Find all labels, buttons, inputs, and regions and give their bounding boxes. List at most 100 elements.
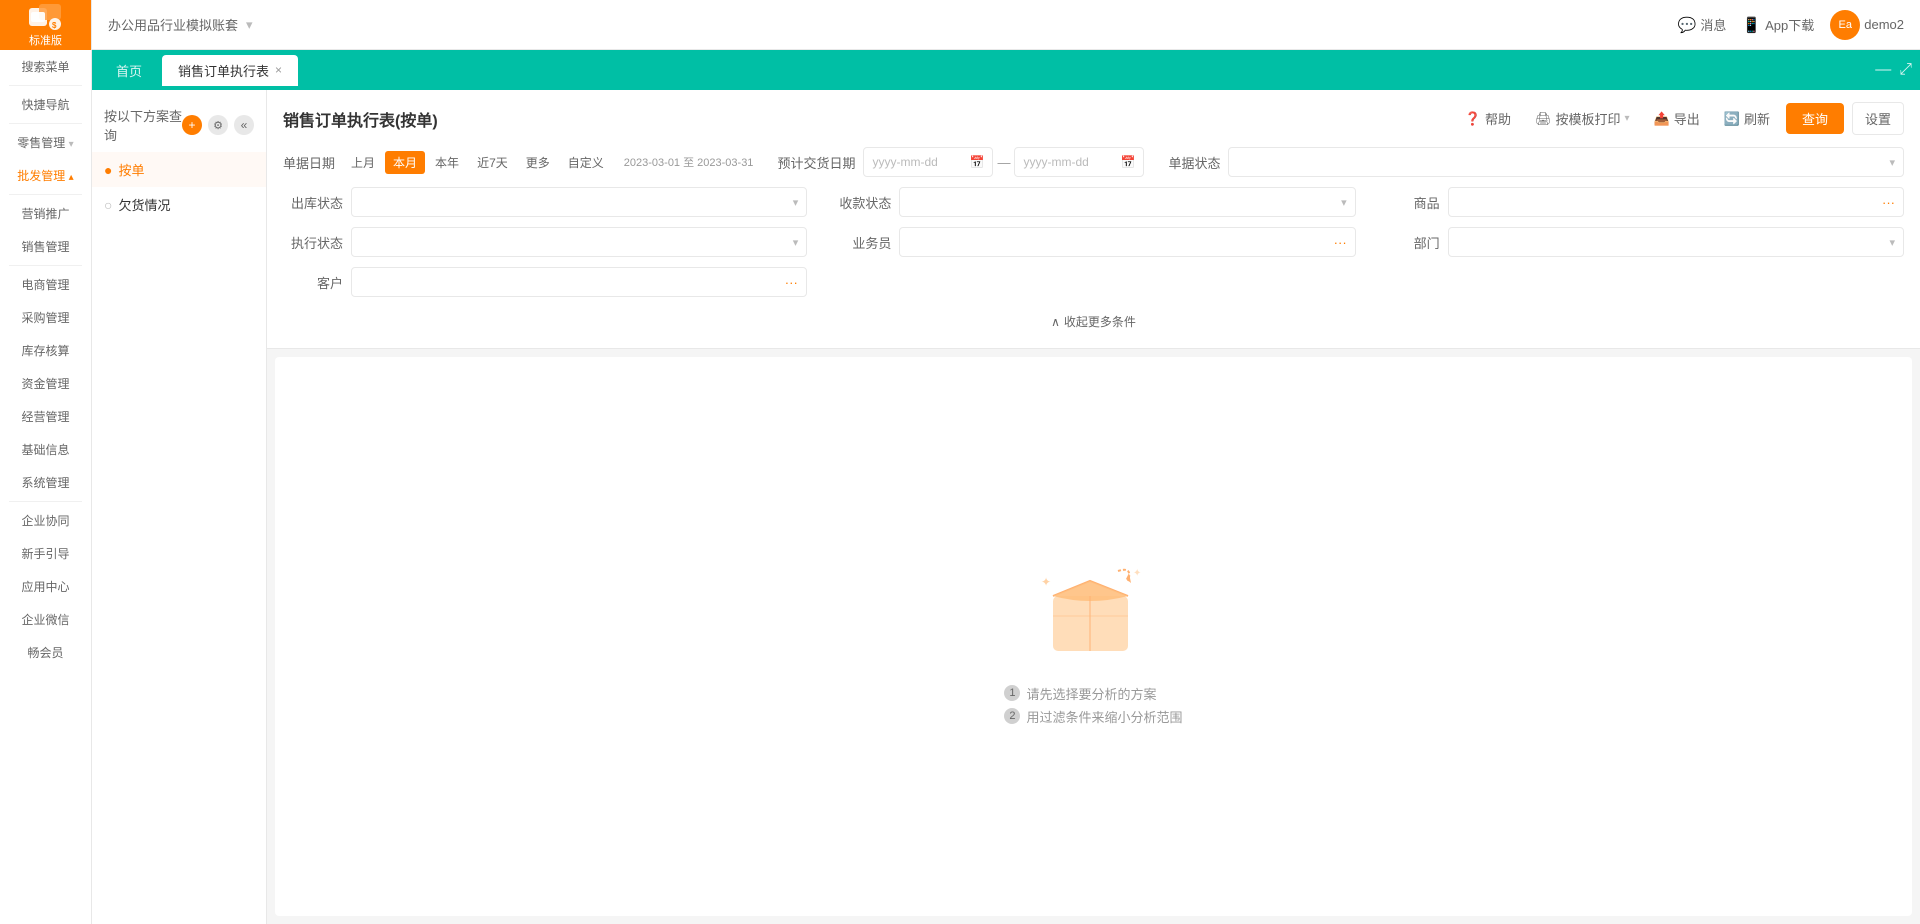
user-area[interactable]: Ea demo2 (1830, 10, 1904, 40)
tab-close-icon[interactable]: × (275, 63, 282, 77)
date-7days[interactable]: 近7天 (469, 151, 516, 174)
salesperson-input[interactable]: ··· (899, 227, 1355, 257)
circle-icon: ○ (104, 197, 112, 213)
payment-status-dropdown[interactable]: ▾ (899, 187, 1355, 217)
maximize-button[interactable]: ⤢ (1899, 61, 1912, 79)
app-download-button[interactable]: 📱 App下载 (1742, 15, 1814, 34)
sidebar-item-operations[interactable]: 经营管理 (0, 400, 91, 433)
exec-chevron-icon: ▾ (793, 236, 799, 249)
customer-input[interactable]: ··· (351, 267, 807, 297)
message-icon: 💬 (1678, 16, 1697, 34)
sidebar-item-basic-info[interactable]: 基础信息 (0, 433, 91, 466)
collapse-panel-button[interactable]: « (234, 115, 254, 135)
date-more[interactable]: 更多 (518, 151, 558, 174)
date-custom[interactable]: 自定义 (560, 151, 612, 174)
product-input[interactable]: ··· (1448, 187, 1904, 217)
print-button[interactable]: 🖨 按模板打印 ▾ (1527, 105, 1638, 132)
refresh-button[interactable]: 🔄 刷新 (1716, 105, 1778, 132)
query-button[interactable]: 查询 (1786, 103, 1844, 134)
sidebar: $ 标准版 搜索菜单 快捷导航 零售管理 ▾ 批发管理 ▴ 营销推广 销售管理 … (0, 0, 92, 924)
payment-status-label: 收款状态 (831, 193, 891, 212)
export-button[interactable]: 📤 导出 (1646, 105, 1708, 132)
scheme-item-shortage[interactable]: ○ 欠货情况 (92, 187, 266, 222)
sidebar-item-app-center[interactable]: 应用中心 (0, 570, 91, 603)
payment-chevron-icon: ▾ (1341, 196, 1347, 209)
sidebar-item-wechat[interactable]: 企业微信 (0, 603, 91, 636)
svg-text:$: $ (52, 21, 57, 30)
page-title: 销售订单执行表(按单) (283, 107, 438, 131)
setting-scheme-button[interactable]: ⚙ (208, 115, 228, 135)
divider (9, 123, 82, 124)
minimize-button[interactable]: — (1875, 61, 1891, 79)
calendar-icon-end: 📅 (1121, 155, 1136, 169)
shipment-chevron-icon: ▾ (793, 196, 799, 209)
salesperson-label: 业务员 (831, 233, 891, 252)
filter-header: 销售订单执行表(按单) ❓ 帮助 🖨 按模板打印 ▾ 📤 (283, 102, 1904, 135)
filter-row-2: 出库状态 ▾ 收款状态 ▾ 商品 (283, 187, 1904, 217)
sidebar-item-sales[interactable]: 销售管理 (0, 230, 91, 263)
exec-status-label: 执行状态 (283, 233, 343, 252)
product-dots-icon: ··· (1882, 195, 1895, 210)
empty-hints: 请先选择要分析的方案 用过滤条件来缩小分析范围 (1004, 682, 1182, 728)
message-button[interactable]: 💬 消息 (1678, 15, 1727, 34)
help-icon: ❓ (1465, 111, 1481, 127)
exec-status-dropdown[interactable]: ▾ (351, 227, 807, 257)
filter-row-3: 执行状态 ▾ 业务员 ··· 部门 (283, 227, 1904, 257)
svg-text:✦: ✦ (1041, 575, 1051, 589)
data-area: ✦ ✦ 请先选择要分析的方案 用过滤条件来缩小分析范围 (275, 357, 1912, 916)
sidebar-item-collab[interactable]: 企业协同 (0, 504, 91, 537)
date-this-year[interactable]: 本年 (427, 151, 467, 174)
date-label: 单据日期 (283, 153, 335, 172)
expected-date-end[interactable]: yyyy-mm-dd 📅 (1014, 147, 1144, 177)
top-right-area: 💬 消息 📱 App下载 Ea demo2 (1678, 10, 1904, 40)
breadcrumb-dropdown-icon[interactable]: ▾ (246, 17, 253, 33)
date-last-month[interactable]: 上月 (343, 151, 383, 174)
sidebar-item-ecommerce[interactable]: 电商管理 (0, 268, 91, 301)
sidebar-item-guide[interactable]: 新手引导 (0, 537, 91, 570)
app-logo: $ 标准版 (0, 0, 91, 50)
scheme-item-by-order[interactable]: ● 按单 (92, 152, 266, 187)
help-button[interactable]: ❓ 帮助 (1457, 105, 1519, 132)
divider (9, 265, 82, 266)
customer-label: 客户 (283, 273, 343, 292)
sidebar-item-retail[interactable]: 零售管理 ▾ (0, 126, 91, 159)
sidebar-item-system[interactable]: 系统管理 (0, 466, 91, 499)
expected-date-start[interactable]: yyyy-mm-dd 📅 (863, 147, 993, 177)
sidebar-item-finance[interactable]: 资金管理 (0, 367, 91, 400)
sidebar-item-purchase[interactable]: 采购管理 (0, 301, 91, 334)
tab-home[interactable]: 首页 (100, 55, 158, 86)
sidebar-item-quick-nav[interactable]: 快捷导航 (0, 88, 91, 121)
date-this-month[interactable]: 本月 (385, 151, 425, 174)
tab-sales-execution[interactable]: 销售订单执行表 × (162, 55, 298, 86)
product-label: 商品 (1380, 193, 1440, 212)
salesperson-dots-icon: ··· (1334, 235, 1347, 250)
sidebar-item-member[interactable]: 畅会员 (0, 636, 91, 669)
shipment-status-label: 出库状态 (283, 193, 343, 212)
tab-bar: 首页 销售订单执行表 × — ⤢ (92, 50, 1920, 90)
top-header: 办公用品行业模拟账套 ▾ 💬 消息 📱 App下载 Ea demo2 (92, 0, 1920, 50)
product-filter: 商品 ··· (1380, 187, 1904, 217)
logo-icon: $ (27, 2, 65, 32)
sidebar-item-marketing[interactable]: 营销推广 (0, 197, 91, 230)
collapse-filter-button[interactable]: ∧ 收起更多条件 (283, 307, 1904, 336)
sidebar-item-inventory[interactable]: 库存核算 (0, 334, 91, 367)
filter-section: 销售订单执行表(按单) ❓ 帮助 🖨 按模板打印 ▾ 📤 (267, 90, 1920, 349)
sidebar-item-search[interactable]: 搜索菜单 (0, 50, 91, 83)
sidebar-item-wholesale[interactable]: 批发管理 ▴ (0, 159, 91, 192)
empty-illustration: ✦ ✦ (1033, 546, 1153, 666)
department-dropdown[interactable]: ▾ (1448, 227, 1904, 257)
left-panel-actions: + ⚙ « (182, 115, 254, 135)
right-panel: 销售订单执行表(按单) ❓ 帮助 🖨 按模板打印 ▾ 📤 (267, 90, 1920, 924)
order-status-dropdown[interactable]: ▾ (1228, 147, 1904, 177)
shipment-status-dropdown[interactable]: ▾ (351, 187, 807, 217)
gear-icon: ⚙ (213, 119, 223, 132)
empty-state: ✦ ✦ 请先选择要分析的方案 用过滤条件来缩小分析范围 (1004, 546, 1182, 728)
left-panel-header: 按以下方案查询 + ⚙ « (92, 102, 266, 152)
order-status-label: 单据状态 (1168, 153, 1220, 172)
add-scheme-button[interactable]: + (182, 115, 202, 135)
chevron-icon: ▾ (69, 139, 74, 150)
settings-button[interactable]: 设置 (1852, 102, 1904, 135)
order-icon: ● (104, 162, 112, 178)
divider (9, 194, 82, 195)
empty-hint-2: 用过滤条件来缩小分析范围 (1004, 705, 1182, 728)
